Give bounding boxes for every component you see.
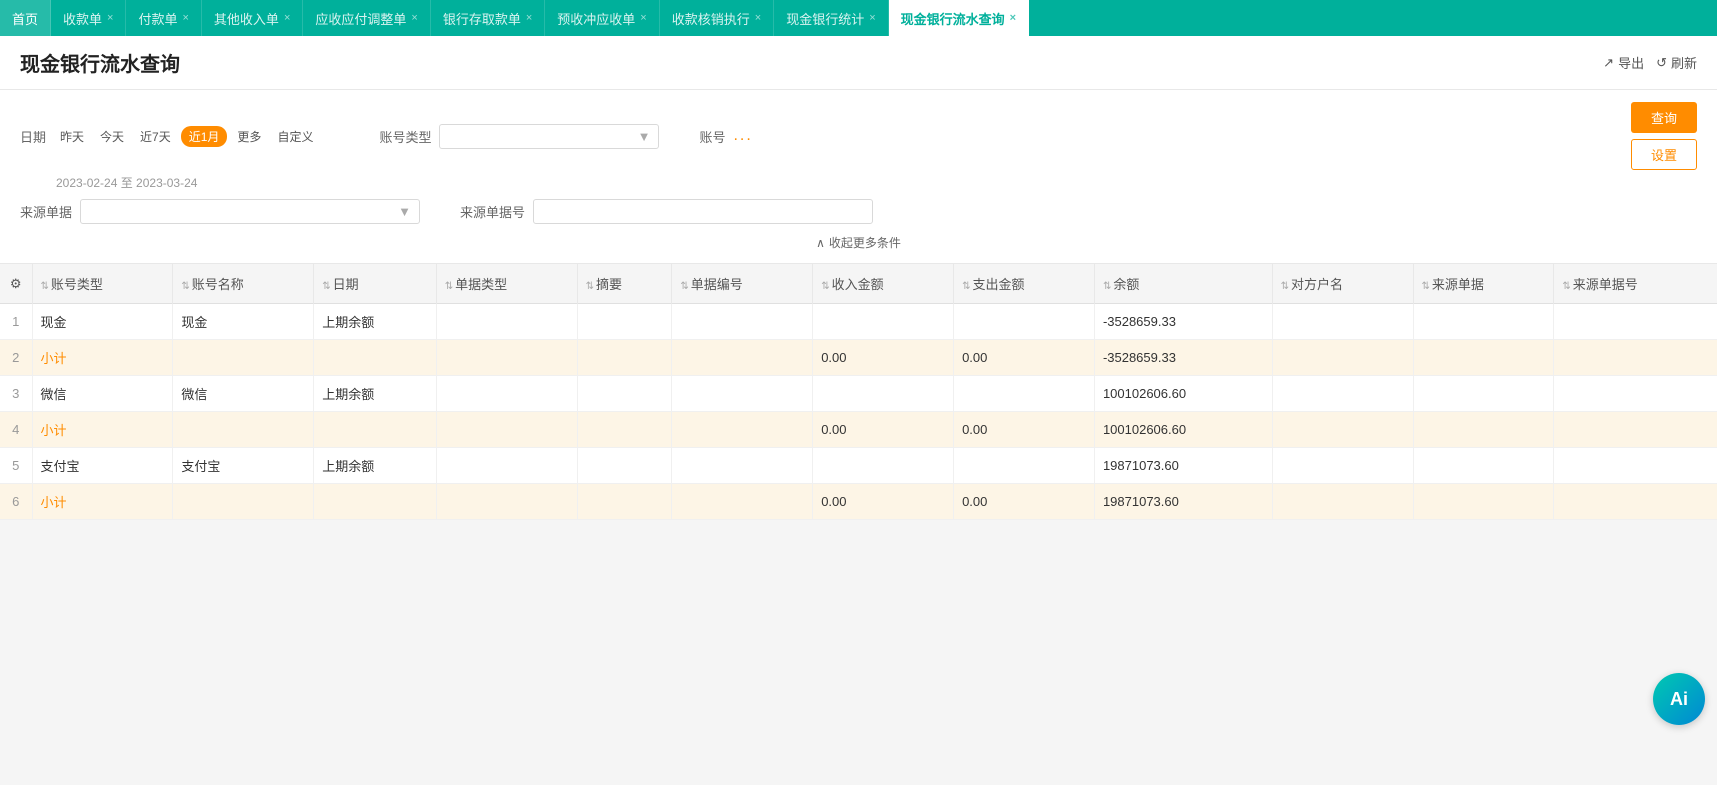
chevron-down-icon: ▼	[638, 129, 651, 144]
table-row: 3微信微信上期余额100102606.60	[0, 376, 1717, 412]
filter-row-1: 日期 昨天 今天 近7天 近1月 更多 自定义 账号类型 ▼ 账号 ...	[20, 102, 1697, 170]
source-doc-no-filter-group: 来源单据号	[460, 199, 873, 224]
col-account-name[interactable]: ⇅账号名称	[173, 264, 314, 304]
nav-tab-yingshoutiaozhenp[interactable]: 应收应付调整单 ×	[303, 0, 430, 36]
account-type-filter-group: 账号类型 ▼	[379, 124, 659, 149]
nav-tab-yinghangcunqu[interactable]: 银行存取款单 ×	[431, 0, 545, 36]
date-btn-today[interactable]: 今天	[94, 126, 130, 147]
collapse-bar[interactable]: ∧ 收起更多条件	[20, 234, 1697, 251]
query-button[interactable]: 查询	[1631, 102, 1697, 133]
col-account-type[interactable]: ⇅账号类型	[32, 264, 173, 304]
action-buttons: 查询 设置	[1631, 102, 1697, 170]
account-filter-group: 账号 ...	[699, 127, 752, 146]
col-doc-type[interactable]: ⇅单据类型	[436, 264, 577, 304]
source-doc-label: 来源单据	[20, 202, 72, 221]
refresh-button[interactable]: ↺ 刷新	[1656, 53, 1697, 72]
date-label: 日期	[20, 127, 46, 146]
col-date[interactable]: ⇅日期	[314, 264, 436, 304]
col-balance[interactable]: ⇅余额	[1094, 264, 1272, 304]
nav-tab-xianjinyinhang-stats[interactable]: 现金银行统计 ×	[774, 0, 888, 36]
table-row: 1现金现金上期余额-3528659.33	[0, 304, 1717, 340]
col-income[interactable]: ⇅收入金额	[813, 264, 954, 304]
ai-assistant-button[interactable]: Ai	[1653, 673, 1705, 725]
export-button[interactable]: ↗ 导出	[1603, 53, 1644, 72]
filter-area: 日期 昨天 今天 近7天 近1月 更多 自定义 账号类型 ▼ 账号 ...	[0, 90, 1717, 264]
gear-column-header[interactable]: ⚙	[0, 264, 32, 304]
table-row: 5支付宝支付宝上期余额19871073.60	[0, 448, 1717, 484]
table-row: 2小计0.000.00-3528659.33	[0, 340, 1717, 376]
source-doc-filter-group: 来源单据 ▼	[20, 199, 420, 224]
close-icon[interactable]: ×	[1010, 12, 1016, 24]
chevron-down-icon: ▼	[398, 204, 411, 219]
table-header-row: ⚙ ⇅账号类型 ⇅账号名称 ⇅日期 ⇅单据类型 ⇅摘要 ⇅单据编号 ⇅收入金额 …	[0, 264, 1717, 304]
date-range-display: 2023-02-24 至 2023-03-24	[56, 176, 197, 190]
account-dots-button[interactable]: ...	[733, 127, 752, 145]
account-label: 账号	[699, 127, 725, 146]
nav-tab-shoukuanhexiao[interactable]: 收款核销执行 ×	[660, 0, 774, 36]
page-header: 现金银行流水查询 ↗ 导出 ↺ 刷新	[0, 36, 1717, 90]
col-source-doc-no[interactable]: ⇅来源单据号	[1554, 264, 1717, 304]
close-icon[interactable]: ×	[107, 12, 113, 24]
page-title: 现金银行流水查询	[20, 48, 180, 77]
close-icon[interactable]: ×	[182, 12, 188, 24]
source-doc-no-input[interactable]	[533, 199, 873, 224]
nav-tab-shoukuandan[interactable]: 收款单 ×	[51, 0, 126, 36]
refresh-icon: ↺	[1656, 55, 1667, 71]
date-options: 昨天 今天 近7天 近1月 更多 自定义	[54, 126, 319, 147]
date-btn-yesterday[interactable]: 昨天	[54, 126, 90, 147]
close-icon[interactable]: ×	[640, 12, 646, 24]
date-filter-group: 日期 昨天 今天 近7天 近1月 更多 自定义	[20, 126, 319, 147]
date-btn-7days[interactable]: 近7天	[134, 126, 177, 147]
date-btn-custom[interactable]: 自定义	[271, 126, 319, 147]
filter-row-2: 来源单据 ▼ 来源单据号	[20, 199, 1697, 224]
close-icon[interactable]: ×	[526, 12, 532, 24]
col-summary[interactable]: ⇅摘要	[577, 264, 672, 304]
settings-button[interactable]: 设置	[1631, 139, 1697, 170]
date-btn-more[interactable]: 更多	[231, 126, 267, 147]
source-doc-no-label: 来源单据号	[460, 202, 525, 221]
col-counterparty[interactable]: ⇅对方户名	[1272, 264, 1413, 304]
table-row: 6小计0.000.0019871073.60	[0, 484, 1717, 520]
export-icon: ↗	[1603, 55, 1614, 71]
col-expense[interactable]: ⇅支出金额	[954, 264, 1095, 304]
chevron-up-icon: ∧	[816, 236, 825, 250]
account-type-select[interactable]: ▼	[439, 124, 659, 149]
data-table: ⚙ ⇅账号类型 ⇅账号名称 ⇅日期 ⇅单据类型 ⇅摘要 ⇅单据编号 ⇅收入金额 …	[0, 264, 1717, 520]
close-icon[interactable]: ×	[284, 12, 290, 24]
nav-tab-yushouchen[interactable]: 预收冲应收单 ×	[545, 0, 659, 36]
nav-tab-fukuandan[interactable]: 付款单 ×	[126, 0, 201, 36]
nav-tab-liushuichaxun[interactable]: 现金银行流水查询 ×	[889, 0, 1029, 36]
top-nav: 首页 收款单 × 付款单 × 其他收入单 × 应收应付调整单 × 银行存取款单 …	[0, 0, 1717, 36]
account-type-label: 账号类型	[379, 127, 431, 146]
source-doc-select[interactable]: ▼	[80, 199, 420, 224]
table-row: 4小计0.000.00100102606.60	[0, 412, 1717, 448]
date-btn-1month[interactable]: 近1月	[181, 126, 228, 147]
nav-tab-qitashouru[interactable]: 其他收入单 ×	[202, 0, 303, 36]
header-actions: ↗ 导出 ↺ 刷新	[1603, 53, 1697, 72]
nav-home[interactable]: 首页	[0, 0, 51, 36]
col-source-doc[interactable]: ⇅来源单据	[1413, 264, 1554, 304]
table-container: ⚙ ⇅账号类型 ⇅账号名称 ⇅日期 ⇅单据类型 ⇅摘要 ⇅单据编号 ⇅收入金额 …	[0, 264, 1717, 520]
close-icon[interactable]: ×	[411, 12, 417, 24]
close-icon[interactable]: ×	[755, 12, 761, 24]
col-doc-no[interactable]: ⇅单据编号	[672, 264, 813, 304]
close-icon[interactable]: ×	[869, 12, 875, 24]
